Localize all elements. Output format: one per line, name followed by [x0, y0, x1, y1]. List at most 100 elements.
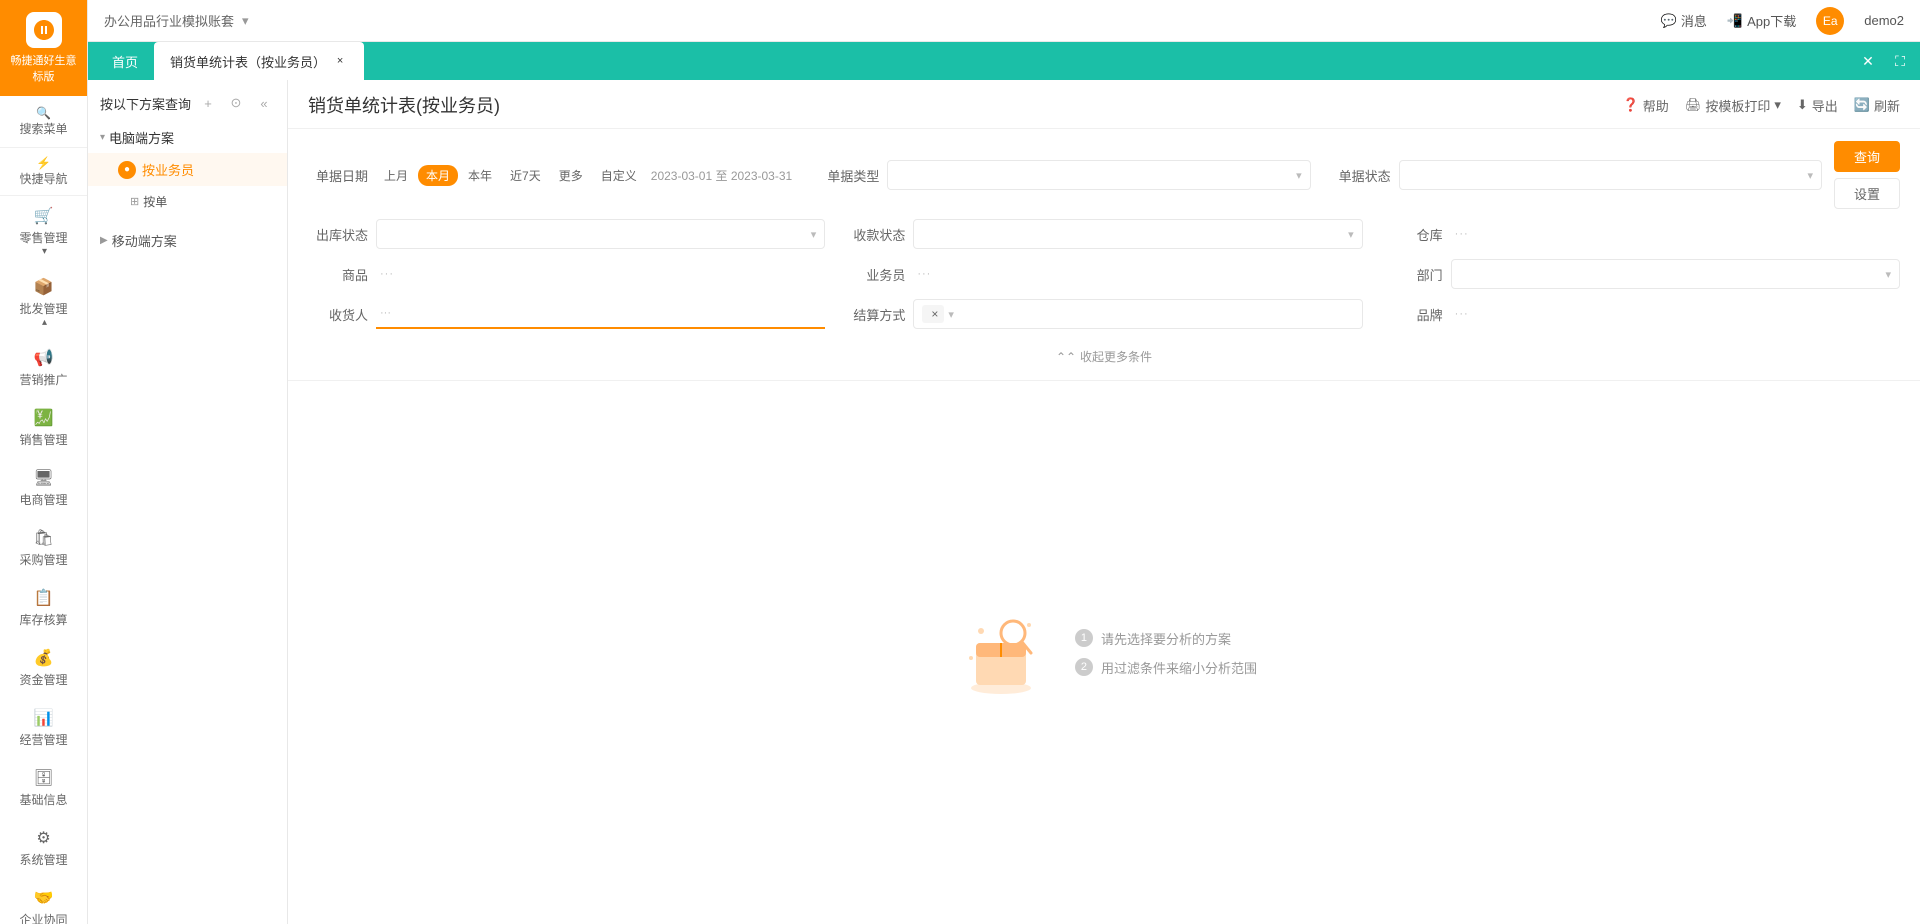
sidebar-item-purchase[interactable]: 🛍 采购管理 — [0, 518, 87, 578]
left-panel: 按以下方案查询 + ⊙ « ▾ 电脑端方案 ● 按业务员 ⊞ 按 — [88, 80, 288, 924]
settlement-tag-close[interactable]: × — [931, 307, 938, 321]
panel-collapse-btn[interactable]: « — [253, 92, 275, 114]
date-range-text: 2023-03-01 至 2023-03-31 — [651, 167, 792, 184]
export-btn[interactable]: ⬇ 导出 — [1797, 96, 1838, 115]
tab-close-btn[interactable]: × — [332, 53, 348, 69]
date-label: 单据日期 — [308, 166, 368, 185]
sub-item-label: 按单 — [143, 193, 167, 210]
sidebar-item-sales[interactable]: 💹 销售管理 — [0, 398, 87, 458]
warehouse-dots: ··· — [1455, 228, 1469, 240]
sidebar-item-enterprise[interactable]: 🤝 企业协同 — [0, 878, 87, 924]
mobile-arrow: ▶ — [100, 235, 108, 246]
sidebar-quick-nav[interactable]: ⚡ 快捷导航 — [0, 148, 87, 196]
payment-control[interactable]: ▾ — [913, 219, 1362, 249]
wholesale-icon: 📦 — [34, 277, 54, 297]
salesperson-dots: ··· — [917, 268, 931, 280]
sidebar-logo[interactable]: 畅捷通好生意 标版 — [0, 0, 88, 96]
brand-control[interactable]: ··· — [1451, 299, 1900, 329]
doctype-dropdown-icon: ▾ — [1296, 169, 1302, 182]
tab-close-all-icon[interactable]: ✕ — [1856, 49, 1880, 73]
mobile-scheme-group[interactable]: ▶ 移动端方案 — [88, 225, 287, 256]
docstatus-control[interactable]: ▾ — [1399, 160, 1822, 190]
breadcrumb-dropdown-icon[interactable]: ▾ — [242, 13, 249, 29]
filter-goods-item: 商品 ··· — [308, 259, 825, 289]
date-tab-this-year[interactable]: 本年 — [460, 165, 500, 186]
collapse-btn[interactable]: ⌃⌃ 收起更多条件 — [1044, 345, 1164, 368]
warehouse-control[interactable]: ··· — [1451, 219, 1900, 249]
sidebar-item-operation[interactable]: 📊 经营管理 — [0, 698, 87, 758]
sidebar-item-basic[interactable]: 🗄 基础信息 — [0, 758, 87, 818]
sidebar-item-system[interactable]: ⚙ 系统管理 — [0, 818, 87, 878]
date-tab-custom[interactable]: 自定义 — [593, 165, 645, 186]
panel-settings-btn[interactable]: ⊙ — [225, 92, 247, 114]
doctype-control[interactable]: ▾ — [887, 160, 1310, 190]
active-tab-label: 销货单统计表（按业务员） — [170, 52, 326, 71]
panel-add-btn[interactable]: + — [197, 92, 219, 114]
filter-area: 单据日期 上月 本月 本年 近7天 更多 自定义 2023-03-01 至 20… — [288, 129, 1920, 381]
print-label: 按模板打印 — [1705, 96, 1770, 115]
app-download-btn[interactable]: 📲 App下载 — [1727, 11, 1796, 30]
sidebar-item-finance[interactable]: 💰 资金管理 — [0, 638, 87, 698]
filter-doctype-item: 单据类型 ▾ — [819, 160, 1310, 190]
sidebar-item-retail[interactable]: 🛒 零售管理 ▾ — [0, 196, 87, 267]
brand-dots: ··· — [1455, 308, 1469, 320]
goods-control[interactable]: ··· — [376, 259, 825, 289]
help-btn[interactable]: ❓ 帮助 — [1623, 96, 1669, 115]
salesperson-label: 业务员 — [845, 265, 905, 284]
empty-state: 1 请先选择要分析的方案 2 用过滤条件来缩小分析范围 — [288, 381, 1920, 924]
message-label: 消息 — [1681, 11, 1707, 30]
left-panel-header: 按以下方案查询 + ⊙ « — [88, 80, 287, 122]
nav-icon: ⚡ — [36, 156, 51, 170]
home-tab-label: 首页 — [112, 52, 138, 71]
settings-button[interactable]: 设置 — [1834, 178, 1900, 209]
message-btn[interactable]: 💬 消息 — [1661, 11, 1707, 30]
date-tab-7days[interactable]: 近7天 — [502, 165, 549, 186]
user-name[interactable]: demo2 — [1864, 13, 1904, 28]
sidebar-item-marketing[interactable]: 📢 营销推广 — [0, 338, 87, 398]
header-right: 💬 消息 📲 App下载 Ea demo2 — [1661, 7, 1904, 35]
page-title-actions: ❓ 帮助 🖨 按模板打印 ▾ ⬇ 导出 🔄 刷新 — [1623, 96, 1900, 115]
scheme-item-salesperson[interactable]: ● 按业务员 — [88, 153, 287, 186]
ecommerce-icon: 🖥 — [33, 468, 53, 488]
sidebar-item-wholesale[interactable]: 📦 批发管理 ▴ — [0, 267, 87, 338]
settlement-clear-tag[interactable]: × — [922, 305, 944, 323]
date-tab-more[interactable]: 更多 — [551, 165, 591, 186]
consignee-label: 收货人 — [308, 305, 368, 324]
filter-warehouse-item: 仓库 ··· — [1383, 219, 1900, 249]
retail-expand-icon: ▾ — [42, 246, 47, 257]
page-content: 按以下方案查询 + ⊙ « ▾ 电脑端方案 ● 按业务员 ⊞ 按 — [88, 80, 1920, 924]
outstatus-control[interactable]: ▾ — [376, 219, 825, 249]
retail-icon: 🛒 — [34, 206, 54, 226]
sidebar-search-menu[interactable]: 🔍 搜索菜单 — [0, 96, 87, 148]
dept-control[interactable]: ▾ — [1451, 259, 1900, 289]
user-avatar[interactable]: Ea — [1816, 7, 1844, 35]
salesperson-control[interactable]: ··· — [913, 259, 1362, 289]
tab-home[interactable]: 首页 — [96, 42, 154, 80]
page-title-bar: 销货单统计表(按业务员) ❓ 帮助 🖨 按模板打印 ▾ ⬇ 导出 — [288, 80, 1920, 129]
purchase-label: 采购管理 — [19, 551, 67, 568]
scheme-sub-item-order[interactable]: ⊞ 按单 — [88, 186, 287, 217]
settlement-control[interactable]: × ▾ — [913, 299, 1362, 329]
print-dropdown-icon[interactable]: ▾ — [1774, 97, 1781, 113]
consignee-control[interactable]: ··· — [376, 299, 825, 329]
doctype-label: 单据类型 — [819, 166, 879, 185]
basic-icon: 🗄 — [33, 768, 53, 788]
filter-row-1: 单据日期 上月 本月 本年 近7天 更多 自定义 2023-03-01 至 20… — [308, 141, 1900, 209]
docstatus-label: 单据状态 — [1331, 166, 1391, 185]
settlement-label: 结算方式 — [845, 305, 905, 324]
logo-subtext: 标版 — [33, 68, 55, 84]
sidebar-item-inventory[interactable]: 📋 库存核算 — [0, 578, 87, 638]
pc-scheme-group-title[interactable]: ▾ 电脑端方案 — [88, 122, 287, 153]
tab-sales-stats[interactable]: 销货单统计表（按业务员） × — [154, 42, 364, 80]
date-tab-last-month[interactable]: 上月 — [376, 165, 416, 186]
avatar-initials: Ea — [1823, 14, 1838, 28]
print-btn[interactable]: 🖨 按模板打印 ▾ — [1685, 96, 1781, 115]
filter-outstatus-item: 出库状态 ▾ — [308, 219, 825, 249]
refresh-btn[interactable]: 🔄 刷新 — [1854, 96, 1900, 115]
date-tab-this-month[interactable]: 本月 — [418, 165, 458, 186]
enterprise-label: 企业协同 — [19, 911, 67, 924]
query-button[interactable]: 查询 — [1834, 141, 1900, 172]
tab-fullscreen-icon[interactable]: ⛶ — [1888, 49, 1912, 73]
sidebar-item-ecommerce[interactable]: 🖥 电商管理 — [0, 458, 87, 518]
ecommerce-label: 电商管理 — [19, 491, 67, 508]
